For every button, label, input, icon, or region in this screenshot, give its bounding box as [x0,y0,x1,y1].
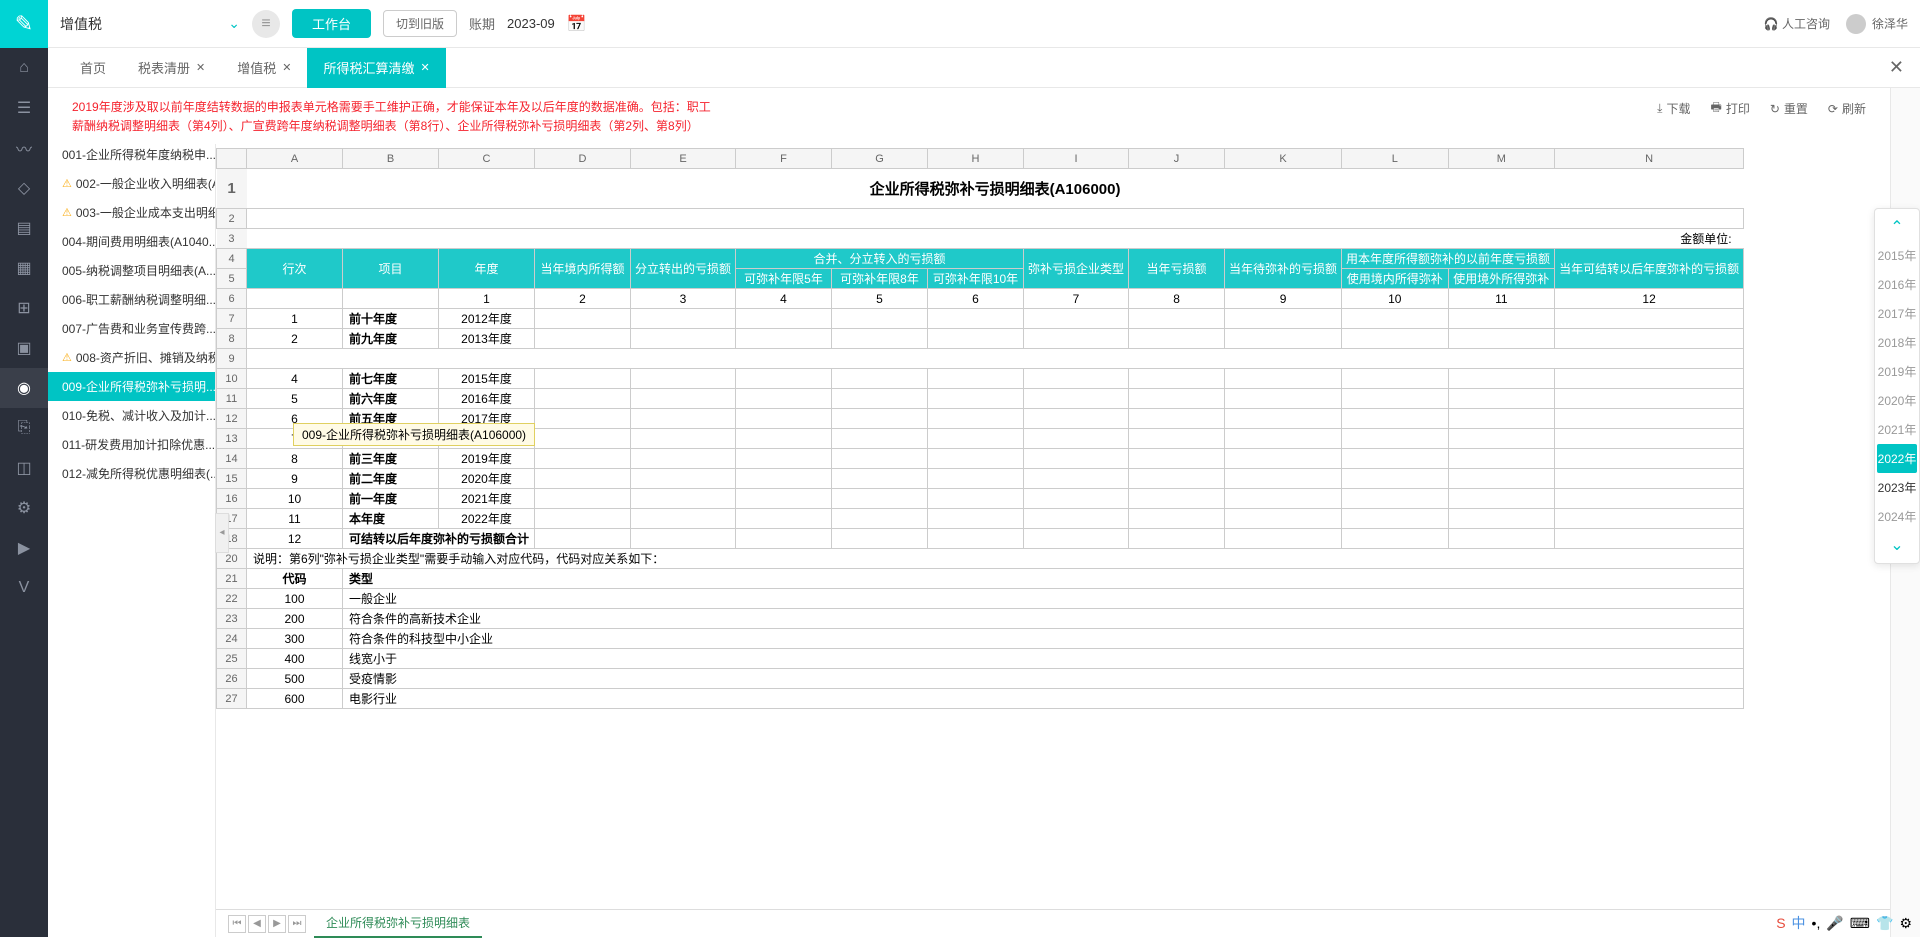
year-panel: ⌃ 2015年2016年2017年2018年2019年2020年2021年202… [1874,208,1920,564]
report-item[interactable]: 012-减免所得税优惠明细表(... [48,459,215,488]
sheet-nav-next[interactable]: ▶ [268,915,286,933]
year-down-icon[interactable]: ⌄ [1875,531,1919,559]
nav-icon-5[interactable]: ▤ [0,208,48,248]
year-item[interactable]: 2024年 [1875,502,1919,531]
report-item[interactable]: 005-纳税调整项目明细表(A... [48,256,215,285]
period-value[interactable]: 2023-09 [507,16,555,31]
nav-icon-7[interactable]: ⊞ [0,288,48,328]
report-item[interactable]: 004-期间费用明细表(A1040... [48,227,215,256]
nav-icon-11[interactable]: ◫ [0,448,48,488]
consult-link[interactable]: 🎧 人工咨询 [1764,15,1830,32]
warn-icon: ⚠ [62,177,72,190]
user-menu[interactable]: 徐泽华 [1846,14,1908,34]
year-item[interactable]: 2019年 [1875,357,1919,386]
nav-icon-2[interactable]: ☰ [0,88,48,128]
nav-icon-10[interactable]: ⎘ [0,408,48,448]
sheet-tab-bar: ⏮ ◀ ▶ ⏭ 企业所得税弥补亏损明细表 [216,909,1890,937]
tab-首页[interactable]: 首页 [64,48,122,88]
report-list: 001-企业所得税年度纳税申...⚠002-一般企业收入明细表(A...⚠003… [48,88,216,937]
app-logo: ✎ [0,0,48,48]
tab-增值税[interactable]: 增值税✕ [221,48,307,88]
sheet-tab[interactable]: 企业所得税弥补亏损明细表 [314,910,482,938]
sheet-nav-prev[interactable]: ◀ [248,915,266,933]
year-item[interactable]: 2021年 [1875,415,1919,444]
spreadsheet-grid[interactable]: ABCDEFGHIJKLMN1企业所得税弥补亏损明细表(A106000)23金额… [216,148,1890,909]
tab-所得税汇算清缴[interactable]: 所得税汇算清缴✕ [307,48,445,88]
chevron-down-icon: ⌄ [228,15,240,32]
nav-settings-icon[interactable]: ⚙ [0,488,48,528]
report-item[interactable]: 010-免税、减计收入及加计... [48,401,215,430]
print-button[interactable]: 🖶 打印 [1711,98,1750,119]
report-item[interactable]: 011-研发费用加计扣除优惠... [48,430,215,459]
download-button[interactable]: ⤓ 下载 [1657,98,1690,119]
refresh-button[interactable]: ⟳ 刷新 [1828,98,1866,119]
tab-close-icon[interactable]: ✕ [282,61,291,74]
nav-icon-6[interactable]: ▦ [0,248,48,288]
warn-icon: ⚠ [62,351,72,364]
report-item[interactable]: 007-广告费和业务宣传费跨... [48,314,215,343]
report-item[interactable]: 009-企业所得税弥补亏损明... [48,372,215,401]
year-item[interactable]: 2016年 [1875,270,1919,299]
left-nav: ✎ ⌂ ☰ 〰 ◇ ▤ ▦ ⊞ ▣ ◉ ⎘ ◫ ⚙ ▶ V [0,0,48,937]
nav-icon-tax[interactable]: ◉ [0,368,48,408]
nav-icon-4[interactable]: ◇ [0,168,48,208]
year-item[interactable]: 2023年 [1875,473,1919,502]
nav-home-icon[interactable]: ⌂ [0,48,48,88]
sheet-nav-first[interactable]: ⏮ [228,915,246,933]
tab-close-icon[interactable]: ✕ [196,61,205,74]
switch-old-button[interactable]: 切到旧版 [383,10,457,37]
avatar-icon [1846,14,1866,34]
topbar: 增值税 ⌄ ≡ 工作台 切到旧版 账期 2023-09 📅 🎧 人工咨询 徐泽华 [48,0,1920,48]
tax-type-dropdown[interactable]: 增值税 ⌄ [60,14,240,34]
year-item[interactable]: 2017年 [1875,299,1919,328]
tab-税表清册[interactable]: 税表清册✕ [122,48,221,88]
sheet-nav-last[interactable]: ⏭ [288,915,306,933]
report-item[interactable]: ⚠008-资产折旧、摊销及纳税... [48,343,215,372]
ime-toolbar: S中•,🎤⌨👕⚙ [1776,913,1912,933]
nav-icon-8[interactable]: ▣ [0,328,48,368]
period-label: 账期 [469,14,495,33]
workbench-button[interactable]: 工作台 [292,9,371,38]
tabbar: 首页税表清册✕增值税✕所得税汇算清缴✕ ✕ [48,48,1920,88]
reset-button[interactable]: ↻ 重置 [1770,98,1808,119]
nav-icon-3[interactable]: 〰 [0,128,48,168]
report-tooltip: 009-企业所得税弥补亏损明细表(A106000) [293,423,535,446]
report-item[interactable]: ⚠003-一般企业成本支出明细... [48,198,215,227]
report-item[interactable]: ⚠002-一般企业收入明细表(A... [48,169,215,198]
collapse-handle[interactable]: ◂ [215,513,229,553]
nav-icon-14[interactable]: V [0,568,48,608]
year-item[interactable]: 2020年 [1875,386,1919,415]
tab-close-icon[interactable]: ✕ [421,61,430,74]
year-up-icon[interactable]: ⌃ [1875,213,1919,241]
report-item[interactable]: 006-职工薪酬纳税调整明细... [48,285,215,314]
round-button[interactable]: ≡ [252,10,280,38]
year-item[interactable]: 2015年 [1875,241,1919,270]
warning-notice: 2019年度涉及取以前年度结转数据的申报表单元格需要手工维护正确，才能保证本年及… [72,98,712,136]
close-all-tabs[interactable]: ✕ [1889,57,1904,78]
year-item[interactable]: 2022年 [1877,444,1917,473]
calendar-icon[interactable]: 📅 [567,14,587,34]
nav-icon-13[interactable]: ▶ [0,528,48,568]
year-item[interactable]: 2018年 [1875,328,1919,357]
warn-icon: ⚠ [62,206,72,219]
